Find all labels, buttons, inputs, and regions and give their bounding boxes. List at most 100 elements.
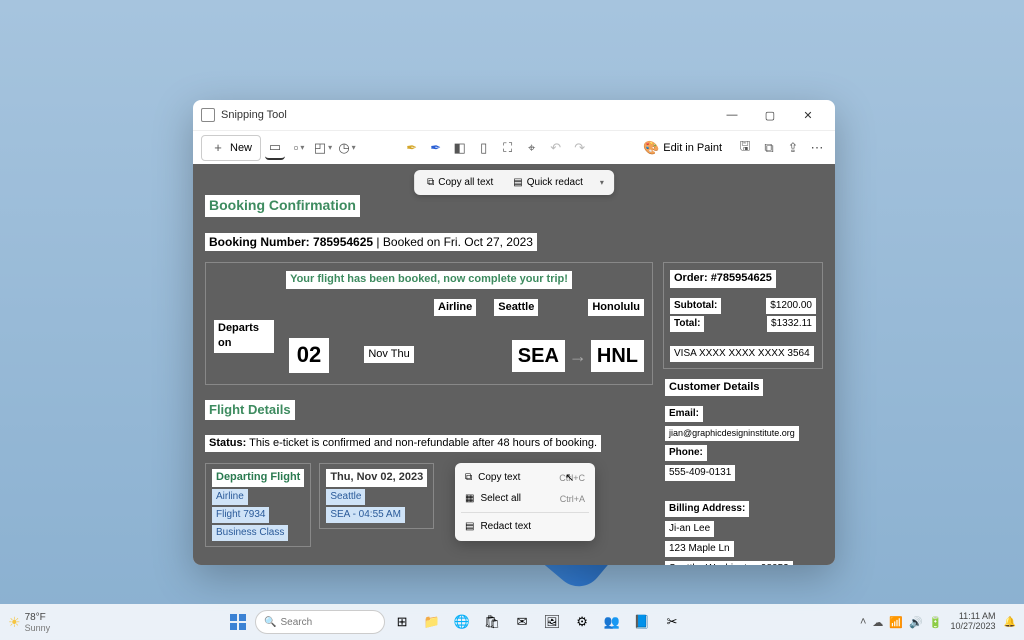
edit-in-paint-button[interactable]: 🎨 Edit in Paint xyxy=(634,135,731,161)
more-icon[interactable]: ⋯ xyxy=(807,136,827,160)
delay-icon[interactable]: ◷ xyxy=(337,136,357,160)
subtotal-value: $1200.00 xyxy=(766,298,816,314)
redact-icon: ▤ xyxy=(513,177,522,188)
edge-icon[interactable]: 🌐 xyxy=(449,609,475,635)
depart-month-weekday: Nov Thu xyxy=(364,346,413,363)
context-separator xyxy=(461,512,589,513)
volume-icon[interactable]: 🔊 xyxy=(909,616,923,629)
copy-icon[interactable]: ⧉ xyxy=(759,136,779,160)
billing-name: Ji-an Lee xyxy=(665,521,714,537)
new-label: New xyxy=(230,142,252,154)
quick-redact-button[interactable]: ▤ Quick redact xyxy=(503,173,593,192)
trip-booked-message: Your flight has been booked, now complet… xyxy=(286,271,572,288)
departs-on-label: Departs on xyxy=(214,320,274,353)
context-redact-text[interactable]: ▤Redact text xyxy=(455,516,595,537)
system-tray[interactable]: ˄ ☁ 📶 🔊 🔋 xyxy=(860,616,943,629)
arrow-icon: → xyxy=(569,346,587,367)
departure-datetime-block: Thu, Nov 02, 2023 Seattle SEA - 04:55 AM xyxy=(319,463,434,528)
quick-redact-label: Quick redact xyxy=(527,177,583,188)
copy-all-text-button[interactable]: ⧉ Copy all text xyxy=(417,173,503,192)
pen-blue-icon[interactable]: ✒ xyxy=(426,136,446,160)
start-button[interactable] xyxy=(225,609,251,635)
billing-title: Billing Address: xyxy=(665,501,749,517)
from-airport-code: SEA xyxy=(512,340,565,372)
search-icon: 🔍 xyxy=(264,617,276,628)
undo-icon[interactable]: ↶ xyxy=(546,136,566,160)
crop-icon[interactable]: ⛶ xyxy=(498,136,518,160)
dep-airline[interactable]: Airline xyxy=(212,489,248,505)
search-placeholder: Search xyxy=(280,617,312,628)
photos-icon[interactable]: 🖼 xyxy=(539,609,565,635)
maximize-button[interactable]: ▢ xyxy=(751,101,789,129)
heading-booking-confirmation: Booking Confirmation xyxy=(205,195,360,217)
store-icon[interactable]: 🛍 xyxy=(479,609,505,635)
mail-icon[interactable]: ✉ xyxy=(509,609,535,635)
weather-condition: Sunny xyxy=(25,623,51,633)
billing-line2: Seattle, Washington 98052 xyxy=(665,561,793,565)
notifications-icon[interactable]: 🔔 xyxy=(1004,617,1016,628)
order-box: Order: #785954625 Subtotal:$1200.00 Tota… xyxy=(663,262,823,368)
to-city: Honolulu xyxy=(588,299,644,316)
weather-widget[interactable]: ☀ 78°F Sunny xyxy=(8,612,50,633)
dep-city[interactable]: Seattle xyxy=(326,489,365,505)
settings-icon[interactable]: ⚙ xyxy=(569,609,595,635)
taskbar-clock[interactable]: 11:11 AM 10/27/2023 xyxy=(951,612,996,632)
cursor-icon: ↖ xyxy=(565,471,574,484)
to-airport-code: HNL xyxy=(591,340,644,372)
weather-temp: 78°F xyxy=(25,612,51,623)
pen-yellow-icon[interactable]: ✒ xyxy=(402,136,422,160)
phone-value: 555-409-0131 xyxy=(665,465,735,481)
dep-date[interactable]: Thu, Nov 02, 2023 xyxy=(326,469,427,486)
paint-icon: 🎨 xyxy=(643,140,659,156)
quick-redact-dropdown[interactable]: ▾ xyxy=(593,178,611,187)
copy-icon: ⧉ xyxy=(465,472,472,483)
select-all-icon: ▦ xyxy=(465,493,474,504)
taskbar-search[interactable]: 🔍 Search xyxy=(255,610,385,634)
redact-icon: ▤ xyxy=(465,521,474,532)
explorer-icon[interactable]: 📁 xyxy=(419,609,445,635)
edit-paint-label: Edit in Paint xyxy=(663,142,722,154)
dep-flight-number[interactable]: Flight 7934 xyxy=(212,507,269,523)
total-value: $1332.11 xyxy=(767,316,816,332)
eraser-icon[interactable]: ◧ xyxy=(450,136,470,160)
titlebar[interactable]: Snipping Tool — ▢ ✕ xyxy=(193,100,835,130)
window-snip-icon[interactable]: ◰ xyxy=(313,136,333,160)
wifi-icon[interactable]: 📶 xyxy=(889,616,903,629)
text-action-bar: ⧉ Copy all text ▤ Quick redact ▾ xyxy=(414,170,614,195)
dep-class[interactable]: Business Class xyxy=(212,525,288,541)
sun-icon: ☀ xyxy=(8,614,21,631)
from-city: Seattle xyxy=(494,299,538,316)
context-select-all[interactable]: ▦Select allCtrl+A xyxy=(455,488,595,509)
copy-icon: ⧉ xyxy=(427,177,434,188)
billing-line1: 123 Maple Ln xyxy=(665,541,734,557)
email-value: jian@graphicdesigninstitute.org xyxy=(665,426,799,441)
snip-canvas: ⧉ Copy all text ▤ Quick redact ▾ Booking C… xyxy=(193,164,835,565)
share-icon[interactable]: ⇪ xyxy=(783,136,803,160)
word-icon[interactable]: 📘 xyxy=(629,609,655,635)
teams-icon[interactable]: 👥 xyxy=(599,609,625,635)
text-actions-icon[interactable]: ⌖ xyxy=(522,136,542,160)
taskbar[interactable]: ☀ 78°F Sunny 🔍 Search ⊞ 📁 🌐 🛍 ✉ 🖼 ⚙ 👥 📘 ✂… xyxy=(0,604,1024,640)
minimize-button[interactable]: — xyxy=(713,101,751,129)
subtotal-label: Subtotal: xyxy=(670,298,721,314)
onedrive-icon[interactable]: ☁ xyxy=(872,616,883,629)
video-snip-icon[interactable]: ▫ xyxy=(289,136,309,160)
status-line: Status: This e-ticket is confirmed and n… xyxy=(205,435,601,452)
close-button[interactable]: ✕ xyxy=(789,101,827,129)
ruler-icon[interactable]: ▯ xyxy=(474,136,494,160)
save-icon[interactable]: 🖫 xyxy=(735,136,755,160)
depart-day: 02 xyxy=(289,338,329,373)
redo-icon[interactable]: ↷ xyxy=(570,136,590,160)
snipping-taskbar-icon[interactable]: ✂ xyxy=(659,609,685,635)
dep-time[interactable]: SEA - 04:55 AM xyxy=(326,507,405,523)
app-icon xyxy=(201,108,215,122)
chevron-up-icon[interactable]: ˄ xyxy=(860,616,866,629)
copy-all-label: Copy all text xyxy=(438,177,493,188)
booking-number-line: Booking Number: 785954625 | Booked on Fr… xyxy=(205,233,537,252)
customer-details-box: Customer Details Email: jian@graphicdesi… xyxy=(663,377,823,482)
task-view-icon[interactable]: ⊞ xyxy=(389,609,415,635)
rect-snip-icon[interactable]: ▭ xyxy=(265,136,285,160)
clock-date: 10/27/2023 xyxy=(951,622,996,632)
battery-icon[interactable]: 🔋 xyxy=(929,616,943,629)
new-button[interactable]: +New xyxy=(201,135,261,161)
